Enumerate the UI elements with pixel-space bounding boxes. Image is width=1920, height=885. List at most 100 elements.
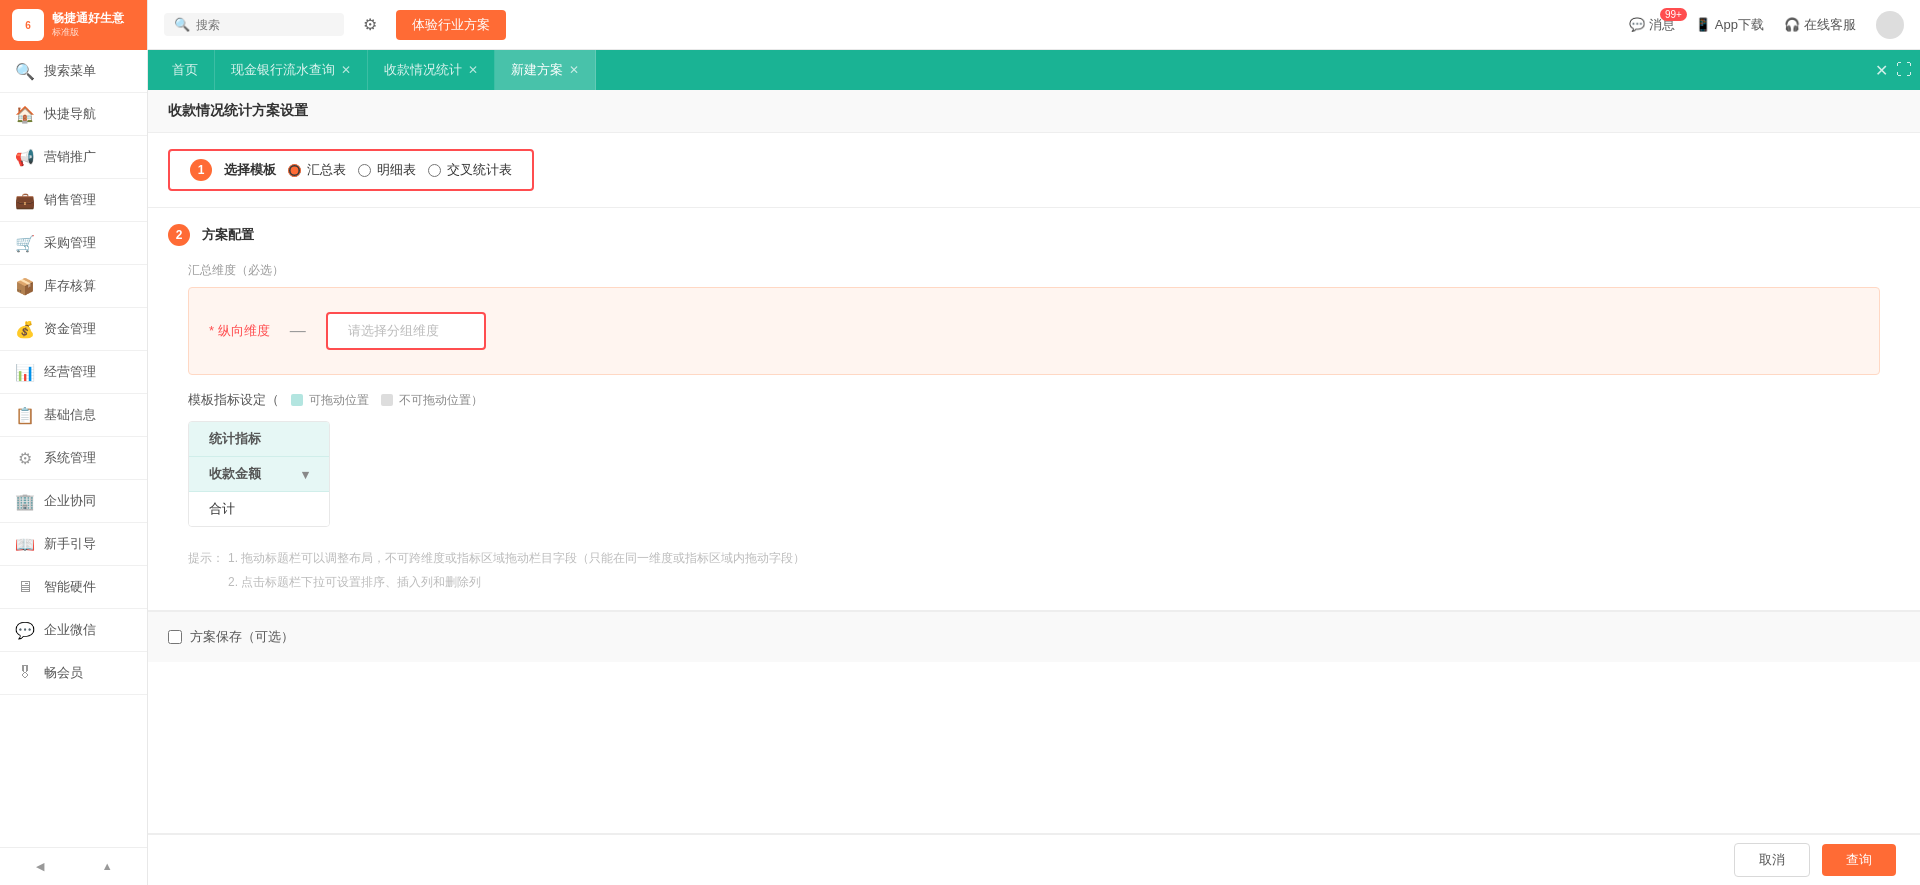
radio-summary-input[interactable] bbox=[288, 164, 301, 177]
save-label: 方案保存（可选） bbox=[190, 628, 294, 646]
sidebar-item-weixin[interactable]: 💬 企业微信 bbox=[0, 609, 147, 652]
hardware-icon: 🖥 bbox=[16, 578, 34, 596]
tip2-line: 提示： 2. 点击标题栏下拉可设置排序、插入列和删除列 bbox=[188, 570, 1880, 594]
legend-draggable-label: 可拖动位置 bbox=[309, 392, 369, 409]
operations-icon: 📊 bbox=[16, 363, 34, 381]
app-version: 标准版 bbox=[52, 26, 124, 39]
message-badge: 99+ bbox=[1660, 8, 1687, 21]
tab-cashflow[interactable]: 现金银行流水查询 ✕ bbox=[215, 50, 368, 90]
radio-cross-input[interactable] bbox=[428, 164, 441, 177]
tabbar: 首页 现金银行流水查询 ✕ 收款情况统计 ✕ 新建方案 ✕ ✕ ⛶ bbox=[148, 50, 1920, 90]
search-box[interactable]: 🔍 bbox=[164, 13, 344, 36]
dimension-area: 汇总维度（必选） * 纵向维度 — 请选择分组维度 bbox=[188, 262, 1880, 375]
stat-col-header[interactable]: 收款金额 ▾ bbox=[189, 457, 329, 492]
basic-info-icon: 📋 bbox=[16, 406, 34, 424]
member-icon: 🎖 bbox=[16, 664, 34, 682]
home-icon: 🏠 bbox=[16, 105, 34, 123]
metric-settings: 模板指标设定（ 可拖动位置 不可拖动位置） 统计指标 bbox=[188, 391, 1880, 530]
sidebar-item-label: 基础信息 bbox=[44, 406, 96, 424]
sidebar-item-operations[interactable]: 📊 经营管理 bbox=[0, 351, 147, 394]
trial-button[interactable]: 体验行业方案 bbox=[396, 10, 506, 40]
tab-new-plan-close[interactable]: ✕ bbox=[569, 63, 579, 77]
legend-fixed: 不可拖动位置） bbox=[381, 392, 483, 409]
tip1-text: 1. 拖动标题栏可以调整布局，不可跨维度或指标区域拖动栏目字段（只能在同一维度或… bbox=[228, 546, 805, 570]
tab-close-all-button[interactable]: ✕ bbox=[1875, 61, 1888, 80]
sidebar-item-label: 资金管理 bbox=[44, 320, 96, 338]
tab-expand-button[interactable]: ⛶ bbox=[1896, 61, 1912, 79]
dimension-select[interactable]: 请选择分组维度 bbox=[326, 312, 486, 350]
radio-summary-label: 汇总表 bbox=[307, 161, 346, 179]
sidebar-logo: 6 畅捷通好生意 标准版 bbox=[0, 0, 147, 50]
sidebar-bottom-btn1[interactable]: ◀ bbox=[8, 856, 72, 877]
tab-collection-close[interactable]: ✕ bbox=[468, 63, 478, 77]
tab-collection[interactable]: 收款情况统计 ✕ bbox=[368, 50, 495, 90]
search-input[interactable] bbox=[196, 18, 316, 32]
tab-collection-label: 收款情况统计 bbox=[384, 61, 462, 79]
sidebar-item-member[interactable]: 🎖 畅会员 bbox=[0, 652, 147, 695]
draggable-dot bbox=[291, 394, 303, 406]
sidebar-bottom-btn2[interactable]: ▲ bbox=[76, 856, 140, 877]
content-area: 收款情况统计方案设置 1 选择模板 汇总表 bbox=[148, 90, 1920, 833]
sidebar-item-search[interactable]: 🔍 搜索菜单 bbox=[0, 50, 147, 93]
query-button[interactable]: 查询 bbox=[1822, 844, 1896, 876]
stat-col-label: 收款金额 bbox=[209, 465, 261, 483]
sidebar-item-finance[interactable]: 💰 资金管理 bbox=[0, 308, 147, 351]
step2-num: 2 bbox=[168, 224, 190, 246]
chevron-down-icon: ▾ bbox=[302, 467, 309, 482]
system-icon: ⚙ bbox=[16, 449, 34, 467]
tip-prefix: 提示： 1. 拖动标题栏可以调整布局，不可跨维度或指标区域拖动栏目字段（只能在同… bbox=[188, 546, 1880, 570]
sidebar-item-purchase[interactable]: 🛒 采购管理 bbox=[0, 222, 147, 265]
radio-detail-input[interactable] bbox=[358, 164, 371, 177]
message-icon: 💬 bbox=[1629, 17, 1645, 32]
fixed-dot bbox=[381, 394, 393, 406]
arrow-icon: — bbox=[290, 322, 306, 340]
download-button[interactable]: 📱 App下载 bbox=[1695, 16, 1764, 34]
radio-summary[interactable]: 汇总表 bbox=[288, 161, 346, 179]
sidebar-item-enterprise[interactable]: 🏢 企业协同 bbox=[0, 480, 147, 523]
app-name: 畅捷通好生意 bbox=[52, 11, 124, 25]
sidebar-item-hardware[interactable]: 🖥 智能硬件 bbox=[0, 566, 147, 609]
stat-section-label: 统计指标 bbox=[209, 430, 261, 448]
weixin-icon: 💬 bbox=[16, 621, 34, 639]
sidebar-item-basic-info[interactable]: 📋 基础信息 bbox=[0, 394, 147, 437]
guide-icon: 📖 bbox=[16, 535, 34, 553]
service-icon: 🎧 bbox=[1784, 17, 1800, 32]
tab-home[interactable]: 首页 bbox=[156, 50, 215, 90]
service-button[interactable]: 🎧 在线客服 bbox=[1784, 16, 1856, 34]
stat-row-value: 合计 bbox=[209, 501, 235, 516]
tab-home-label: 首页 bbox=[172, 61, 198, 79]
save-section: 方案保存（可选） bbox=[148, 611, 1920, 662]
search-icon: 🔍 bbox=[16, 62, 34, 80]
gear-button[interactable]: ⚙ bbox=[356, 11, 384, 39]
stat-table: 统计指标 收款金额 ▾ 合计 bbox=[188, 421, 330, 527]
save-checkbox[interactable] bbox=[168, 630, 182, 644]
step1-label: 选择模板 bbox=[224, 161, 276, 179]
message-button[interactable]: 💬 消息 99+ bbox=[1629, 16, 1675, 34]
sidebar-item-marketing[interactable]: 📢 营销推广 bbox=[0, 136, 147, 179]
tips-area: 提示： 1. 拖动标题栏可以调整布局，不可跨维度或指标区域拖动栏目字段（只能在同… bbox=[188, 546, 1880, 594]
radio-detail-label: 明细表 bbox=[377, 161, 416, 179]
user-avatar[interactable] bbox=[1876, 11, 1904, 39]
sidebar-item-quicknav[interactable]: 🏠 快捷导航 bbox=[0, 93, 147, 136]
radio-cross[interactable]: 交叉统计表 bbox=[428, 161, 512, 179]
tab-cashflow-close[interactable]: ✕ bbox=[341, 63, 351, 77]
step1-section: 1 选择模板 汇总表 明细表 交叉统计表 bbox=[148, 133, 1920, 207]
dimension-grid: * 纵向维度 — 请选择分组维度 bbox=[188, 287, 1880, 375]
tab-new-plan-label: 新建方案 bbox=[511, 61, 563, 79]
sidebar-item-label: 快捷导航 bbox=[44, 105, 96, 123]
sidebar-item-label: 系统管理 bbox=[44, 449, 96, 467]
sidebar-item-system[interactable]: ⚙ 系统管理 bbox=[0, 437, 147, 480]
sidebar-item-inventory[interactable]: 📦 库存核算 bbox=[0, 265, 147, 308]
sidebar-item-label: 畅会员 bbox=[44, 664, 83, 682]
main-area: 🔍 ⚙ 体验行业方案 💬 消息 99+ 📱 App下载 🎧 在线客服 首页 bbox=[148, 0, 1920, 885]
sidebar-item-guide[interactable]: 📖 新手引导 bbox=[0, 523, 147, 566]
sidebar-item-label: 营销推广 bbox=[44, 148, 96, 166]
sidebar-item-sales[interactable]: 💼 销售管理 bbox=[0, 179, 147, 222]
radio-detail[interactable]: 明细表 bbox=[358, 161, 416, 179]
sidebar-item-label: 智能硬件 bbox=[44, 578, 96, 596]
cancel-button[interactable]: 取消 bbox=[1734, 843, 1810, 877]
metric-header: 模板指标设定（ 可拖动位置 不可拖动位置） bbox=[188, 391, 1880, 409]
dimension-title: 汇总维度（必选） bbox=[188, 262, 1880, 279]
sidebar: 6 畅捷通好生意 标准版 🔍 搜索菜单 🏠 快捷导航 📢 营销推广 💼 销售管理… bbox=[0, 0, 148, 885]
tab-new-plan[interactable]: 新建方案 ✕ bbox=[495, 50, 596, 90]
